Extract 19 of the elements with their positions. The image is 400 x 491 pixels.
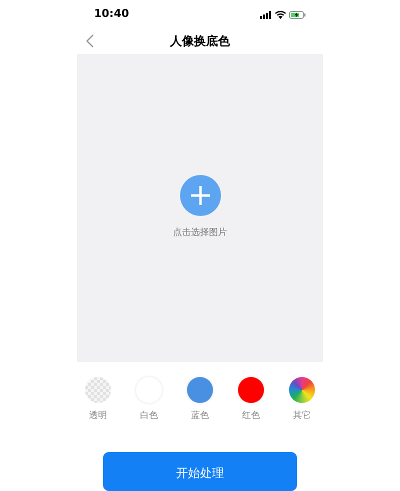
swatch-label: 白色 — [140, 412, 158, 422]
photo-canvas[interactable]: 点击选择图片 — [77, 54, 323, 362]
swatch-label: 蓝色 — [191, 412, 209, 422]
color-swatch[interactable] — [289, 377, 315, 404]
start-button[interactable]: 开始处理 — [103, 452, 297, 491]
status-time: 10:40 — [94, 6, 130, 22]
color-swatch[interactable] — [85, 377, 111, 404]
swatch-label: 红色 — [242, 412, 260, 422]
back-icon[interactable] — [86, 34, 94, 48]
signal-icon — [260, 10, 272, 19]
color-swatch[interactable] — [238, 377, 264, 404]
swatch-label: 透明 — [89, 412, 107, 422]
page-title: 人像换底色 — [170, 32, 230, 50]
color-swatch[interactable] — [187, 377, 213, 404]
add-icon[interactable] — [180, 175, 220, 216]
swatch-label: 其它 — [293, 412, 311, 422]
upload-hint: 点击选择图片 — [173, 227, 227, 240]
battery-icon — [289, 10, 306, 19]
wifi-icon — [275, 10, 286, 19]
